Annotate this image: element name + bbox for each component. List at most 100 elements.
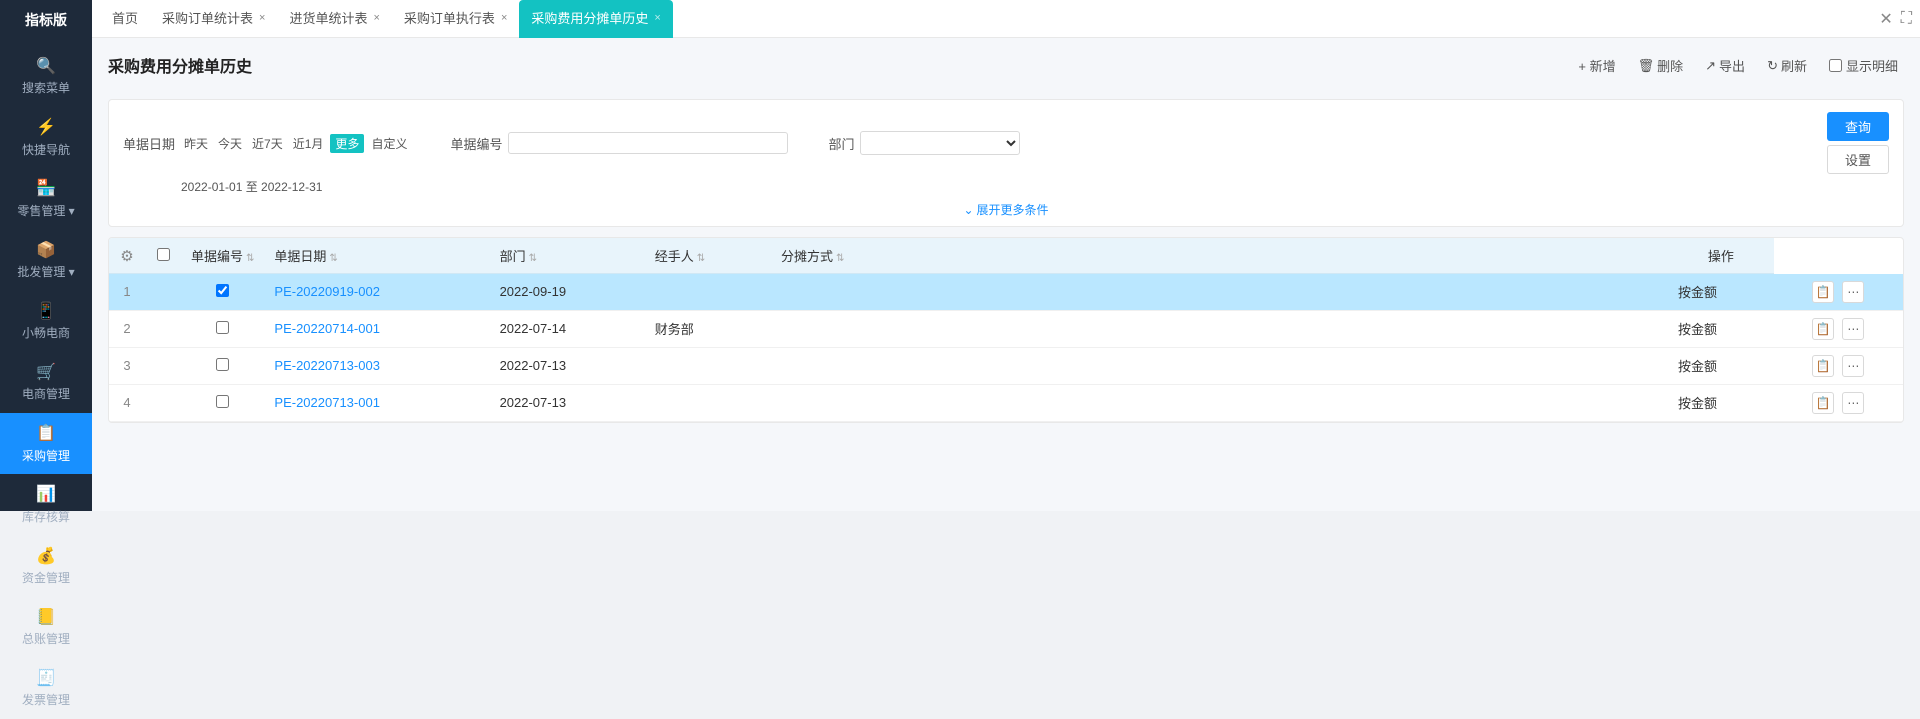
doc-num-link-2[interactable]: PE-20220714-001 xyxy=(274,321,380,336)
query-button[interactable]: 查询 xyxy=(1827,112,1889,141)
row-settings-cell-3 xyxy=(145,347,181,384)
row-doc-num-cell-3: PE-20220713-003 xyxy=(264,347,489,384)
ecommerce-icon: 🛒 xyxy=(4,362,88,384)
row-split-method-cell-1: 按金额 xyxy=(1668,274,1774,311)
row-more-icon-4[interactable]: ⋯ xyxy=(1842,392,1864,414)
sidebar-item-shortcut[interactable]: ⚡快捷导航 xyxy=(0,107,92,168)
split-method-sort-icon[interactable]: ⇅ xyxy=(836,253,844,264)
doc-date-sort-icon[interactable]: ⇅ xyxy=(329,253,337,264)
refresh-button[interactable]: ↻ 刷新 xyxy=(1761,52,1813,79)
tab-purchase-cost-split[interactable]: 采购费用分摊单历史× xyxy=(519,0,672,38)
shortcut-custom[interactable]: 自定义 xyxy=(368,134,410,153)
row-split-method-cell-4: 按金额 xyxy=(1668,384,1774,421)
delete-icon: 🗑 xyxy=(1638,58,1655,74)
sidebar-item-ecommerce[interactable]: 🛒电商管理 xyxy=(0,352,92,413)
col-settings[interactable]: ⚙ xyxy=(109,238,145,274)
tab-close-purchase-goods-stats[interactable]: × xyxy=(373,12,379,24)
sidebar-item-wholesale[interactable]: 📦 批发管理 ▾ xyxy=(0,230,92,291)
sidebar-item-purchase[interactable]: 📋采购管理 xyxy=(0,413,92,474)
add-button[interactable]: + 新增 xyxy=(1572,52,1621,79)
table-row[interactable]: 2 PE-20220714-001 2022-07-14 财务部 按金额 📋 ⋯ xyxy=(109,310,1903,347)
row-actions-cell-3: 📋 ⋯ xyxy=(1774,347,1903,384)
tab-home[interactable]: 首页 xyxy=(100,0,150,38)
sidebar-item-ledger[interactable]: 📒总账管理 xyxy=(0,597,92,658)
close-all-icon[interactable]: ✕ xyxy=(1879,9,1892,29)
row-checkbox-3[interactable] xyxy=(216,358,229,371)
tab-label-home: 首页 xyxy=(112,8,138,27)
tab-close-purchase-cost-split[interactable]: × xyxy=(654,12,660,24)
sidebar-item-miniapp[interactable]: 📱小畅电商 xyxy=(0,291,92,352)
delete-button[interactable]: 🗑 删除 xyxy=(1632,52,1690,79)
dept-filter-item: 部门 xyxy=(828,131,1020,155)
sidebar-label-finance: 资金管理 xyxy=(22,571,70,585)
maximize-icon[interactable]: ⛶ xyxy=(1901,10,1912,28)
row-view-icon-3[interactable]: 📋 xyxy=(1812,355,1834,377)
sidebar-label-search: 搜索菜单 xyxy=(22,81,70,95)
row-checkbox-2[interactable] xyxy=(216,321,229,334)
table-body: 1 PE-20220919-002 2022-09-19 按金额 📋 ⋯ 2 P… xyxy=(109,274,1903,422)
refresh-icon: ↻ xyxy=(1767,58,1778,74)
row-checkbox-cell-4 xyxy=(181,384,264,421)
doc-num-link-4[interactable]: PE-20220713-001 xyxy=(274,395,380,410)
tab-close-purchase-order-exec[interactable]: × xyxy=(501,12,507,24)
shortcut-yesterday[interactable]: 昨天 xyxy=(181,134,211,153)
filter-actions: 查询 设置 xyxy=(1827,112,1889,174)
tab-label-purchase-order-stats: 采购订单统计表 xyxy=(162,8,253,27)
doc-num-link-1[interactable]: PE-20220919-002 xyxy=(274,284,380,299)
shortcut-more[interactable]: 更多 xyxy=(330,134,364,153)
finance-icon: 💰 xyxy=(4,546,88,568)
sidebar-item-invoice[interactable]: 🧾发票管理 xyxy=(0,658,92,719)
row-dept-cell-4 xyxy=(645,384,771,421)
wholesale-icon: 📦 xyxy=(4,240,88,262)
row-more-icon-2[interactable]: ⋯ xyxy=(1842,318,1864,340)
row-more-icon-1[interactable]: ⋯ xyxy=(1842,281,1864,303)
row-view-icon-2[interactable]: 📋 xyxy=(1812,318,1834,340)
select-all-checkbox[interactable] xyxy=(157,248,170,261)
tab-purchase-goods-stats[interactable]: 进货单统计表× xyxy=(277,0,391,38)
doc-num-input[interactable] xyxy=(508,132,788,154)
sidebar-item-inventory[interactable]: 📊库存核算 xyxy=(0,474,92,535)
row-more-icon-3[interactable]: ⋯ xyxy=(1842,355,1864,377)
tab-close-purchase-order-stats[interactable]: × xyxy=(259,12,265,24)
sidebar-label-invoice: 发票管理 xyxy=(22,693,70,707)
inventory-icon: 📊 xyxy=(4,484,88,506)
export-button[interactable]: ↗ 导出 xyxy=(1699,52,1751,79)
sidebar-label-retail: 零售管理 ▾ xyxy=(17,204,74,218)
row-checkbox-1[interactable] xyxy=(216,284,229,297)
settings-button[interactable]: 设置 xyxy=(1827,145,1889,174)
row-view-icon-1[interactable]: 📋 xyxy=(1812,281,1834,303)
display-cols-checkbox[interactable] xyxy=(1829,59,1842,72)
doc-num-sort-icon[interactable]: ⇅ xyxy=(246,253,254,264)
settings-gear-icon[interactable]: ⚙ xyxy=(120,248,133,265)
expand-more-button[interactable]: ⌄ 展开更多条件 xyxy=(963,201,1048,218)
main-content: 首页采购订单统计表×进货单统计表×采购订单执行表×采购费用分摊单历史× ✕ ⛶ … xyxy=(92,0,1920,511)
table-row[interactable]: 1 PE-20220919-002 2022-09-19 按金额 📋 ⋯ xyxy=(109,274,1903,311)
row-handler-cell-3 xyxy=(771,347,1668,384)
row-actions-cell-2: 📋 ⋯ xyxy=(1774,310,1903,347)
display-cols-toggle[interactable]: 显示明细 xyxy=(1823,52,1904,79)
tab-label-purchase-order-exec: 采购订单执行表 xyxy=(404,8,495,27)
row-view-icon-4[interactable]: 📋 xyxy=(1812,392,1834,414)
sidebar-item-finance[interactable]: 💰 资金管理 xyxy=(0,536,92,597)
handler-sort-icon[interactable]: ⇅ xyxy=(697,253,705,264)
dept-select[interactable] xyxy=(860,131,1020,155)
dept-label: 部门 xyxy=(828,134,854,153)
shortcut-1month[interactable]: 近1月 xyxy=(290,134,327,153)
date-shortcuts: 昨天 今天 近7天 近1月 更多 自定义 xyxy=(181,134,410,153)
sidebar-item-retail[interactable]: 🏪零售管理 ▾ xyxy=(0,168,92,229)
shortcut-today[interactable]: 今天 xyxy=(215,134,245,153)
table-row[interactable]: 3 PE-20220713-003 2022-07-13 按金额 📋 ⋯ xyxy=(109,347,1903,384)
col-doc-num: 单据编号⇅ xyxy=(181,238,264,274)
tab-purchase-order-exec[interactable]: 采购订单执行表 × xyxy=(392,0,519,38)
sidebar-label-wholesale: 批发管理 ▾ xyxy=(17,265,74,279)
col-actions: 操作 xyxy=(1668,238,1774,274)
dept-sort-icon[interactable]: ⇅ xyxy=(529,253,537,264)
tab-purchase-order-stats[interactable]: 采购订单统计表 × xyxy=(150,0,277,38)
table-row[interactable]: 4 PE-20220713-001 2022-07-13 按金额 📋 ⋯ xyxy=(109,384,1903,421)
row-num-1: 1 xyxy=(109,274,145,311)
row-settings-cell-4 xyxy=(145,384,181,421)
doc-num-link-3[interactable]: PE-20220713-003 xyxy=(274,358,380,373)
shortcut-7days[interactable]: 近7天 xyxy=(249,134,286,153)
sidebar-item-search[interactable]: 🔍搜索菜单 xyxy=(0,46,92,107)
row-checkbox-4[interactable] xyxy=(216,395,229,408)
